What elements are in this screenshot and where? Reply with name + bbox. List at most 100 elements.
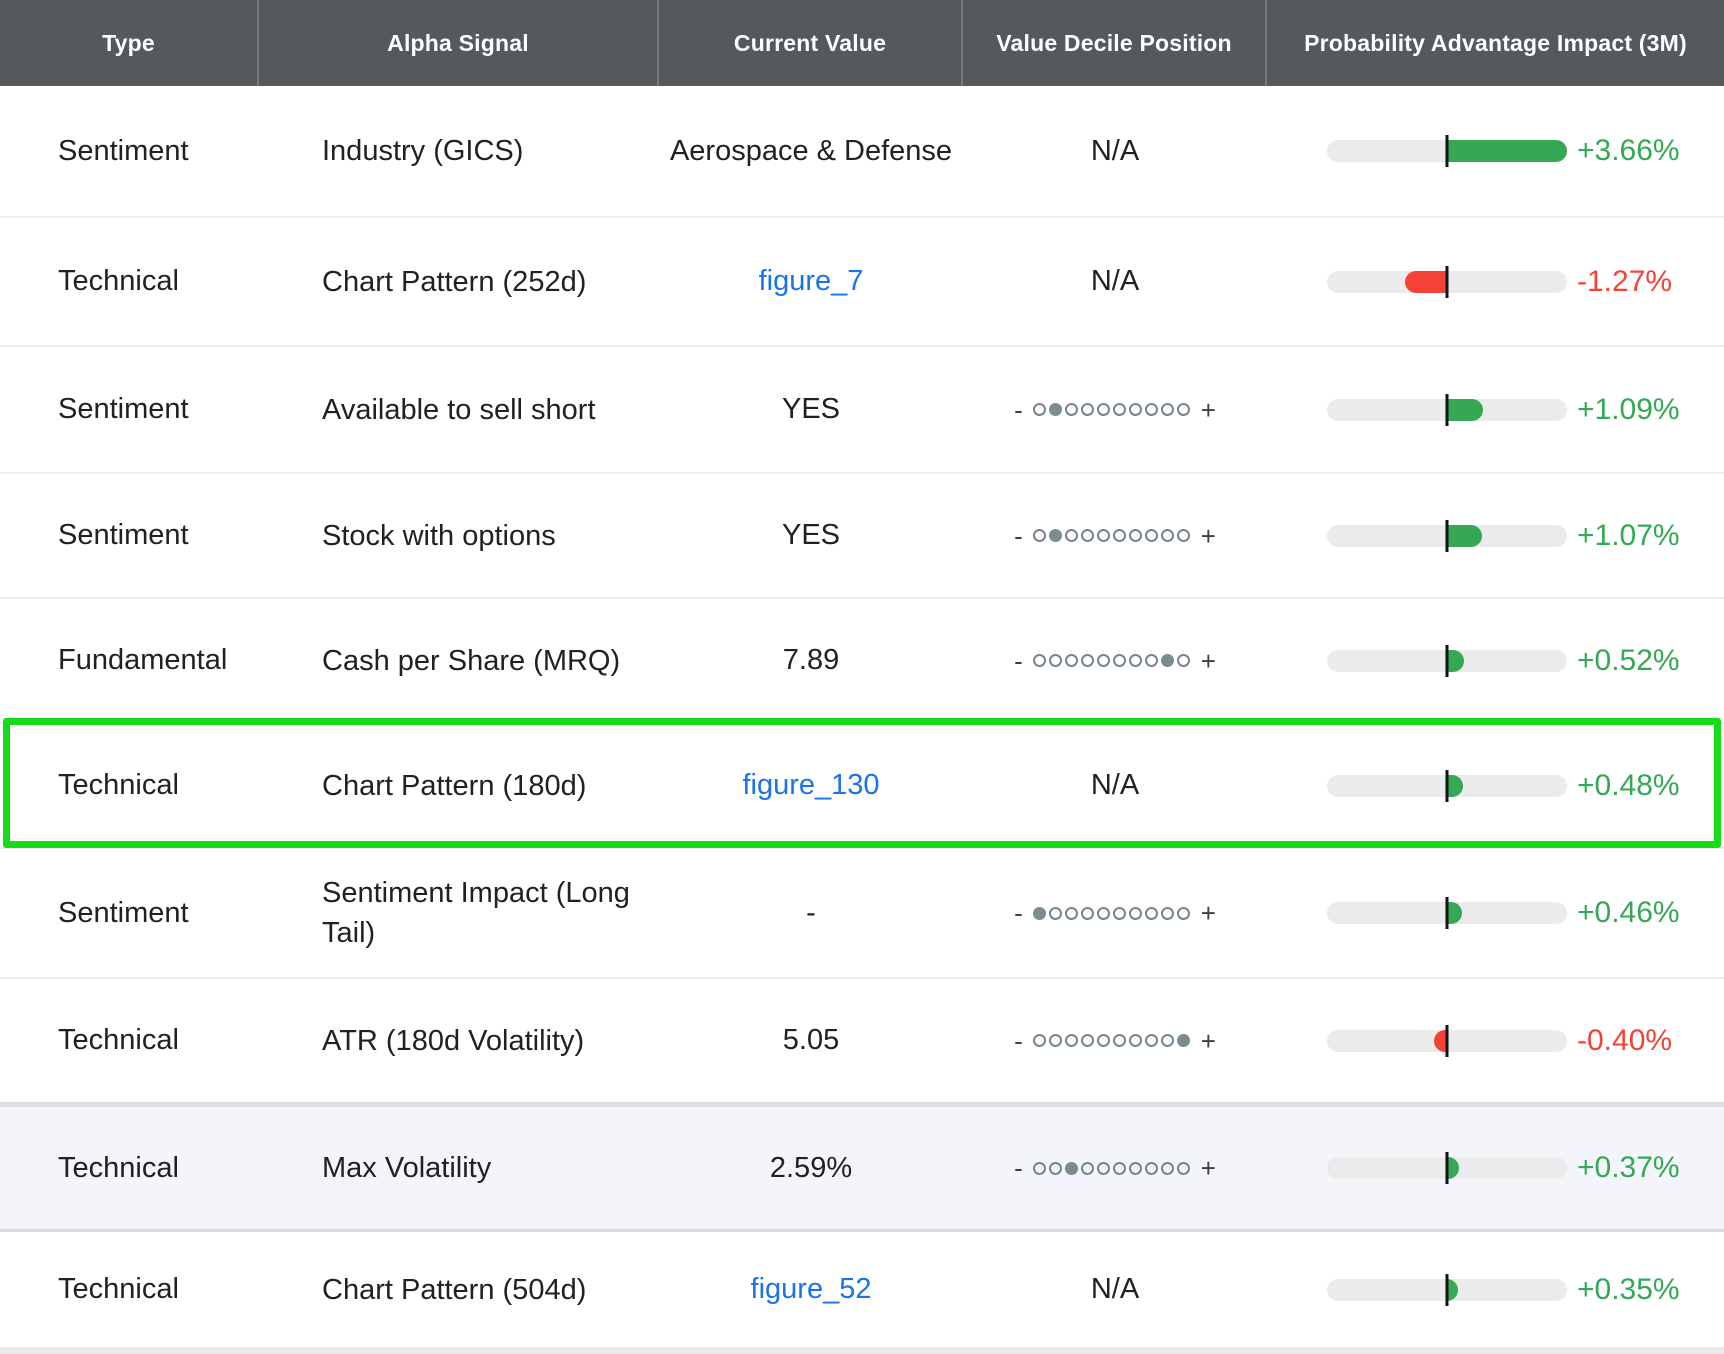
signal-type: Sentiment — [58, 134, 189, 167]
decile-dot — [1113, 1034, 1127, 1047]
decile-dot — [1129, 403, 1143, 416]
decile-dots[interactable]: - + — [1014, 648, 1216, 674]
column-header-current-value: Current Value — [659, 0, 963, 86]
table-body: Sentiment Industry (GICS) Aerospace & De… — [0, 86, 1724, 1347]
decile-na-text: N/A — [1090, 134, 1140, 167]
decile-dot — [1081, 529, 1095, 542]
signal-type: Sentiment — [58, 896, 189, 929]
current-value: YES — [781, 393, 841, 425]
impact-bar-track — [1327, 519, 1567, 552]
decile-dots[interactable]: - + — [1014, 900, 1216, 926]
decile-plus-sign: + — [1200, 1025, 1216, 1056]
decile-minus-sign: - — [1014, 645, 1023, 676]
table-row[interactable]: Sentiment Industry (GICS) Aerospace & De… — [0, 86, 1724, 216]
impact-bar-tick — [1445, 1024, 1449, 1057]
decile-dot — [1145, 529, 1159, 542]
decile-dot — [1081, 654, 1095, 667]
decile-dot — [1113, 906, 1127, 920]
impact-bar-track — [1327, 1273, 1567, 1306]
impact-bar-tick — [1445, 1152, 1449, 1184]
signal-type: Fundamental — [58, 644, 228, 676]
current-value: 5.05 — [782, 1024, 840, 1056]
decile-dot — [1113, 403, 1127, 416]
figure-link[interactable]: figure_7 — [759, 265, 864, 298]
decile-dot — [1145, 906, 1159, 920]
figure-link[interactable]: figure_130 — [742, 769, 879, 802]
impact-bar-tick — [1445, 265, 1449, 298]
decile-dot — [1177, 1161, 1191, 1175]
impact-value: +0.46% — [1577, 896, 1680, 929]
decile-dot — [1129, 1161, 1143, 1175]
decile-dot-filled — [1065, 1161, 1079, 1175]
decile-dot — [1081, 403, 1095, 416]
decile-dot — [1161, 906, 1175, 920]
decile-plus-sign: + — [1200, 645, 1216, 676]
decile-minus-sign: - — [1014, 520, 1023, 551]
impact-bar-segment — [1447, 774, 1463, 797]
decile-dot — [1049, 1034, 1063, 1047]
table-row[interactable]: Technical Chart Pattern (252d) figure_7 … — [0, 216, 1724, 345]
decile-dot — [1177, 403, 1191, 416]
decile-dot-filled — [1049, 403, 1063, 416]
impact-value: -1.27% — [1577, 264, 1673, 298]
decile-dot — [1097, 906, 1111, 920]
decile-dot — [1097, 654, 1111, 667]
figure-link[interactable]: figure_52 — [751, 1273, 872, 1306]
signal-name: Sentiment Impact (Long Tail) — [322, 877, 630, 949]
decile-na-text: N/A — [1090, 265, 1140, 297]
alpha-signals-table: Type Alpha Signal Current Value Value De… — [0, 0, 1724, 1354]
decile-dot-filled — [1161, 654, 1175, 667]
current-value: Aerospace & Defense — [669, 134, 953, 167]
signal-name: Chart Pattern (252d) — [322, 265, 587, 298]
signal-type: Technical — [58, 1151, 179, 1184]
signal-type: Technical — [58, 1273, 179, 1305]
decile-dot — [1065, 529, 1079, 542]
decile-dot — [1129, 906, 1143, 920]
decile-dot — [1145, 654, 1159, 667]
decile-dots[interactable]: - + — [1014, 523, 1216, 549]
column-header-probability-advantage-impact: Probability Advantage Impact (3M) — [1304, 29, 1687, 56]
impact-value: -0.40% — [1577, 1023, 1673, 1057]
decile-dot — [1097, 403, 1111, 416]
decile-dot — [1033, 1161, 1047, 1175]
decile-dots[interactable]: - + — [1014, 397, 1216, 423]
impact-bar-tick — [1445, 135, 1449, 167]
column-header-value-decile-position: Value Decile Position — [963, 0, 1267, 86]
signal-name: Chart Pattern (180d) — [322, 769, 587, 802]
table-row[interactable]: Technical ATR (180d Volatility) 5.05 - + … — [0, 977, 1724, 1102]
table-row[interactable]: Technical Chart Pattern (180d) figure_13… — [0, 722, 1724, 847]
impact-bar-segment — [1405, 270, 1447, 293]
impact-bar-track — [1327, 644, 1567, 677]
table-row[interactable]: Sentiment Stock with options YES - + +1.0… — [0, 472, 1724, 597]
table-row[interactable]: Fundamental Cash per Share (MRQ) 7.89 - +… — [0, 597, 1724, 722]
decile-dots[interactable]: - + — [1014, 1155, 1216, 1181]
decile-dots[interactable]: - + — [1014, 1028, 1216, 1054]
table-row[interactable]: Technical Max Volatility 2.59% - + +0.37% — [0, 1102, 1724, 1229]
impact-bar-tick — [1445, 393, 1449, 426]
table-header: Type Alpha Signal Current Value Value De… — [0, 0, 1724, 86]
decile-dot — [1081, 1034, 1095, 1047]
decile-dot — [1177, 654, 1191, 667]
decile-na-text: N/A — [1090, 1273, 1140, 1305]
decile-plus-sign: + — [1200, 898, 1216, 928]
decile-plus-sign: + — [1200, 1153, 1216, 1183]
impact-value: +0.37% — [1577, 1151, 1680, 1184]
signal-type: Technical — [58, 1024, 179, 1056]
decile-dot — [1145, 1034, 1159, 1047]
decile-dot-filled — [1177, 1034, 1191, 1047]
table-row[interactable]: Sentiment Sentiment Impact (Long Tail) -… — [0, 847, 1724, 977]
impact-bar-track — [1327, 393, 1567, 426]
current-value: 7.89 — [782, 644, 840, 676]
decile-dot-filled — [1033, 906, 1047, 920]
table-row[interactable]: Sentiment Available to sell short YES - +… — [0, 345, 1724, 472]
signal-name: Industry (GICS) — [322, 135, 524, 167]
table-row[interactable]: Technical Chart Pattern (504d) figure_52… — [0, 1229, 1724, 1347]
decile-dot-filled — [1049, 529, 1063, 542]
signal-name: Chart Pattern (504d) — [322, 1273, 587, 1306]
decile-minus-sign: - — [1014, 1025, 1023, 1056]
impact-bar-segment — [1447, 1157, 1459, 1179]
decile-dot — [1065, 1034, 1079, 1047]
decile-dot — [1177, 529, 1191, 542]
decile-dot — [1161, 403, 1175, 416]
impact-bar-tick — [1445, 1273, 1449, 1306]
